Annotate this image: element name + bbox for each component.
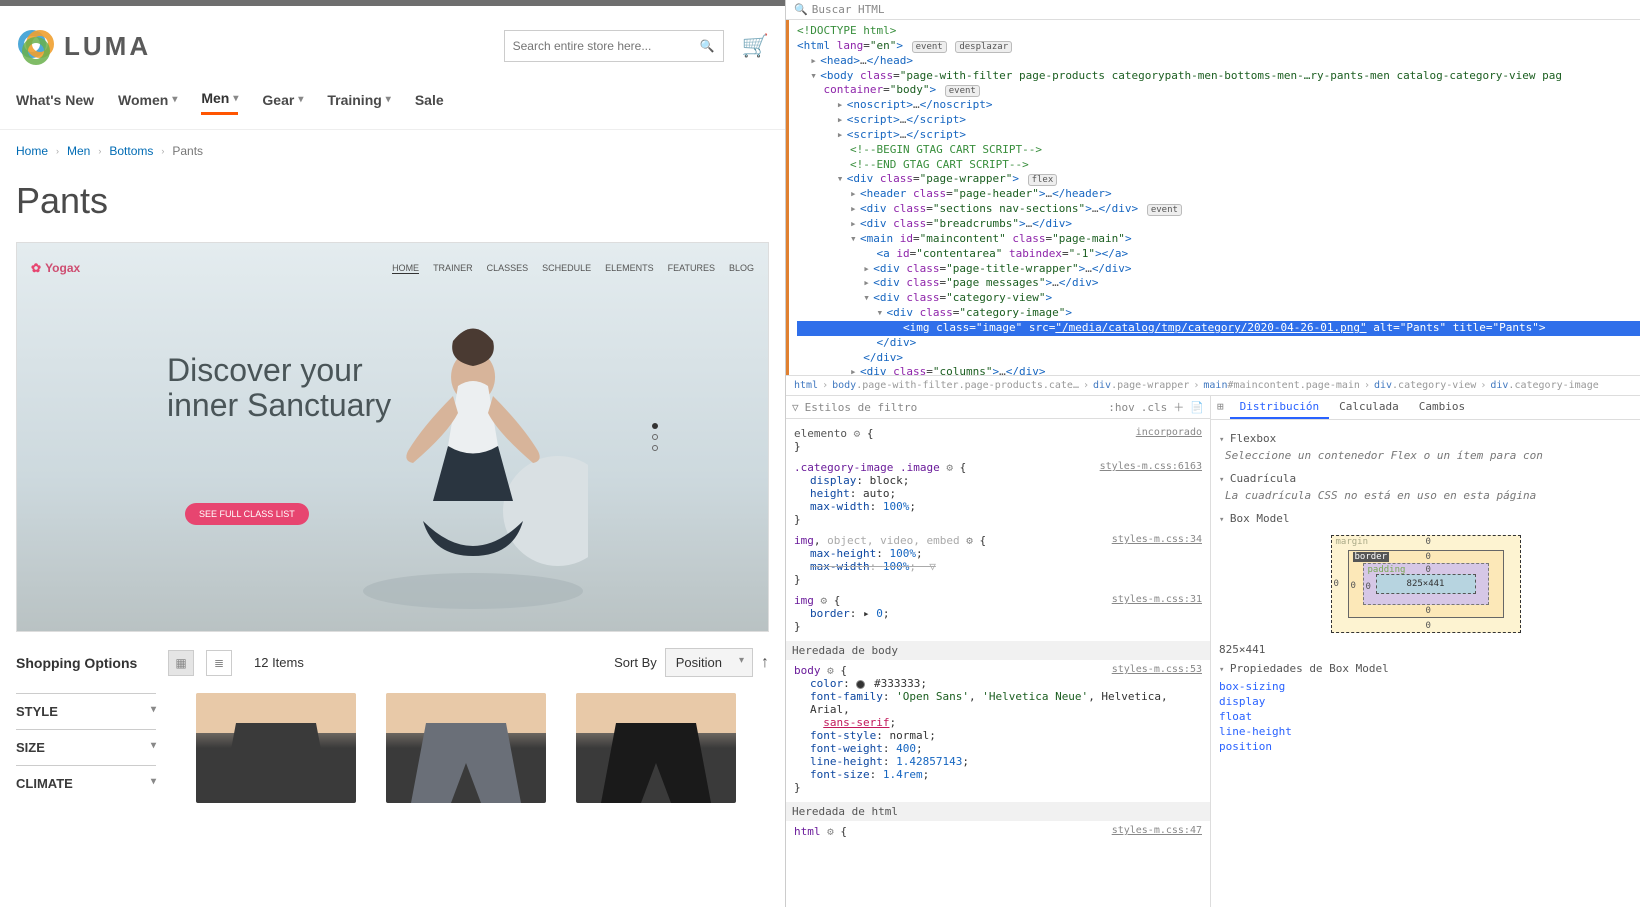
bm-prop-box-sizing[interactable]: box-sizing <box>1219 679 1632 694</box>
hov-toggle[interactable]: :hov <box>1108 401 1135 414</box>
category-banner: ✿Yogax HOMETRAINERCLASSESSCHEDULEELEMENT… <box>16 242 769 632</box>
nav-men[interactable]: Men▾ <box>201 90 238 115</box>
nav-training[interactable]: Training▾ <box>327 90 390 115</box>
inherited-html-header: Heredada de html <box>786 802 1210 821</box>
bm-prop-display[interactable]: display <box>1219 694 1632 709</box>
box-dimensions: 825×441 <box>1219 643 1632 656</box>
yoga-figure <box>358 311 588 611</box>
devtools-pane: 🔍 Buscar HTML <!DOCTYPE html> <html lang… <box>785 0 1640 907</box>
search-icon[interactable]: 🔍 <box>700 39 715 53</box>
sort-select[interactable]: Position ▾ <box>665 648 753 677</box>
box-model-diagram: margin 0 border 0 padding 0 0 825×441 <box>1331 535 1521 633</box>
filter-size[interactable]: SIZE▾ <box>16 729 156 765</box>
nav-women[interactable]: Women▾ <box>118 90 177 115</box>
breadcrumb-bottoms[interactable]: Bottoms <box>109 144 153 158</box>
product-item[interactable] <box>196 693 356 803</box>
tab-changes[interactable]: Cambios <box>1409 396 1475 419</box>
banner-cta[interactable]: SEE FULL CLASS LIST <box>185 503 309 525</box>
styles-filter[interactable]: Estilos de filtro <box>805 401 918 414</box>
site-logo[interactable]: LUMA <box>16 26 151 66</box>
product-item[interactable] <box>386 693 546 803</box>
nav-sale[interactable]: Sale <box>415 90 444 115</box>
nav-whats-new[interactable]: What's New <box>16 90 94 115</box>
inherited-body-header: Heredada de body <box>786 641 1210 660</box>
webpage-pane: LUMA 🔍 🛒 What's New Women▾ Men▾ Gear▾ Tr… <box>0 0 785 907</box>
breadcrumbs: Home› Men› Bottoms› Pants <box>0 130 785 172</box>
layout-toggle-icon[interactable]: ⊞ <box>1211 396 1230 419</box>
sort-direction-icon[interactable]: ↑ <box>761 654 769 672</box>
pin-icon[interactable]: 📄 <box>1190 401 1204 414</box>
chevron-down-icon: ▾ <box>233 93 238 104</box>
banner-menu: HOMETRAINERCLASSESSCHEDULEELEMENTSFEATUR… <box>392 263 754 274</box>
logo-icon <box>16 26 56 66</box>
search-box[interactable]: 🔍 <box>504 30 724 62</box>
tab-computed[interactable]: Calculada <box>1329 396 1409 419</box>
filter-sidebar: STYLE▾ SIZE▾ CLIMATE▾ <box>16 693 156 803</box>
nav-gear[interactable]: Gear▾ <box>262 90 303 115</box>
tab-distribution[interactable]: Distribución <box>1230 396 1329 419</box>
cart-icon[interactable]: 🛒 <box>742 33 769 59</box>
main-nav: What's New Women▾ Men▾ Gear▾ Training▾ S… <box>0 76 785 130</box>
chevron-down-icon: ▾ <box>739 655 744 666</box>
selected-dom-node[interactable]: <img class="image" src="/media/catalog/t… <box>797 321 1640 336</box>
filter-climate[interactable]: CLIMATE▾ <box>16 765 156 801</box>
breadcrumb-current: Pants <box>172 144 203 158</box>
chevron-down-icon: ▾ <box>172 94 177 105</box>
bm-prop-position[interactable]: position <box>1219 739 1632 754</box>
items-count: 12 Items <box>254 655 304 670</box>
breadcrumb-home[interactable]: Home <box>16 144 48 158</box>
product-grid <box>176 693 769 803</box>
chevron-down-icon: ▾ <box>298 94 303 105</box>
breadcrumb-men[interactable]: Men <box>67 144 90 158</box>
list-view-button[interactable]: ≣ <box>206 650 232 676</box>
banner-logo: ✿Yogax <box>31 261 80 275</box>
grid-section[interactable]: Cuadrícula <box>1219 472 1632 485</box>
sort-by-label: Sort By <box>614 655 657 670</box>
boxmodel-props-title[interactable]: Propiedades de Box Model <box>1219 662 1632 675</box>
flexbox-section[interactable]: Flexbox <box>1219 432 1632 445</box>
slider-dots[interactable] <box>652 418 658 456</box>
search-input[interactable] <box>513 39 700 53</box>
dom-doctype: <!DOCTYPE html> <box>797 24 896 37</box>
logo-text: LUMA <box>64 31 151 62</box>
styles-pane: ▽ Estilos de filtro :hov .cls ＋ 📄 elemen… <box>786 396 1211 907</box>
layout-pane: ⊞ Distribución Calculada Cambios Flexbox… <box>1211 396 1640 907</box>
dom-tree[interactable]: <!DOCTYPE html> <html lang="en"> event d… <box>786 20 1640 375</box>
boxmodel-section[interactable]: Box Model <box>1219 512 1632 525</box>
filter-style[interactable]: STYLE▾ <box>16 693 156 729</box>
page-title: Pants <box>0 172 785 242</box>
chevron-down-icon: ▾ <box>386 94 391 105</box>
shopping-options-title: Shopping Options <box>16 655 156 671</box>
bm-prop-line-height[interactable]: line-height <box>1219 724 1632 739</box>
devtools-search[interactable]: 🔍 Buscar HTML <box>786 0 1640 20</box>
dom-breadcrumb[interactable]: html› body.page-with-filter.page-product… <box>786 375 1640 396</box>
product-item[interactable] <box>576 693 736 803</box>
cls-toggle[interactable]: .cls <box>1141 401 1168 414</box>
filter-icon[interactable]: ▽ <box>792 401 799 414</box>
plus-icon[interactable]: ＋ <box>1173 399 1184 415</box>
grid-view-button[interactable]: ▦ <box>168 650 194 676</box>
bm-prop-float[interactable]: float <box>1219 709 1632 724</box>
